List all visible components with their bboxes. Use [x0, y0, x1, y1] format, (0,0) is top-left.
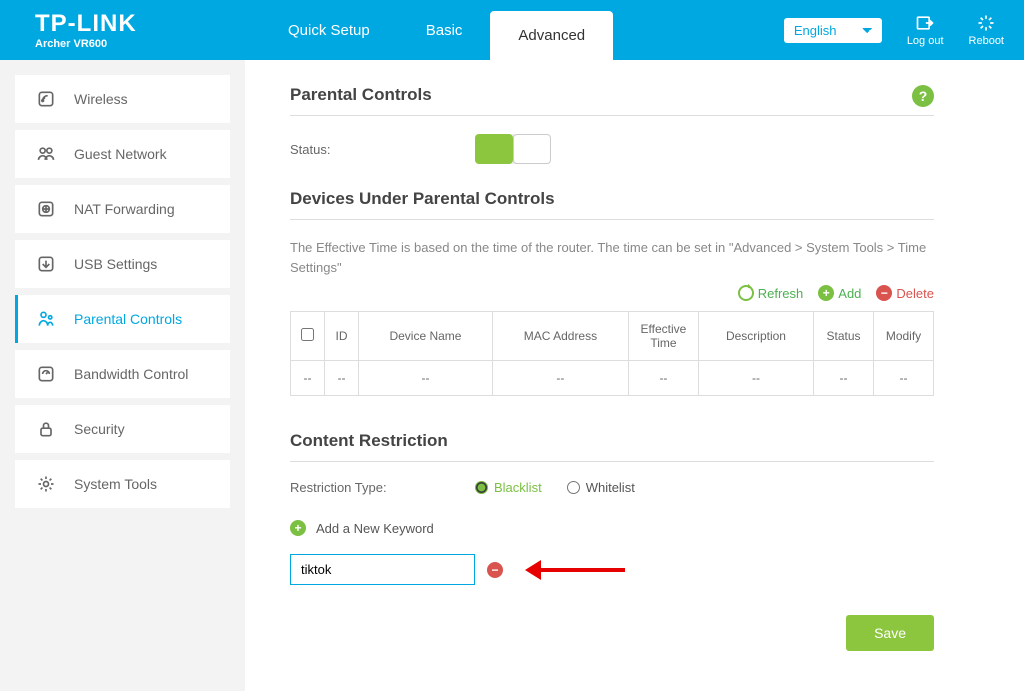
annotation-arrow — [525, 563, 625, 577]
sidebar-item-wireless[interactable]: Wireless — [15, 75, 230, 123]
restriction-type-label: Restriction Type: — [290, 480, 475, 495]
col-id: ID — [325, 312, 359, 361]
table-row: -- -- -- -- -- -- -- -- — [291, 361, 934, 396]
nat-icon — [36, 199, 56, 219]
wireless-icon — [36, 89, 56, 109]
status-label: Status: — [290, 142, 475, 157]
bandwidth-icon — [36, 364, 56, 384]
reboot-icon — [975, 13, 997, 33]
sidebar-item-usb[interactable]: USB Settings — [15, 240, 230, 288]
refresh-button[interactable]: Refresh — [738, 285, 804, 301]
plus-icon: + — [290, 520, 306, 536]
radio-blacklist[interactable]: Blacklist — [475, 480, 542, 495]
add-button[interactable]: + Add — [818, 285, 861, 301]
devices-table: ID Device Name MAC Address Effective Tim… — [290, 311, 934, 396]
sidebar-item-system-tools[interactable]: System Tools — [15, 460, 230, 508]
page-title: Parental Controls — [290, 85, 934, 116]
col-status: Status — [814, 312, 874, 361]
logout-button[interactable]: Log out — [907, 13, 944, 47]
sidebar-item-nat[interactable]: NAT Forwarding — [15, 185, 230, 233]
brand-block: TP-LINK Archer VR600 — [35, 10, 260, 50]
guest-icon — [36, 144, 56, 164]
gear-icon — [36, 474, 56, 494]
plus-icon: + — [818, 285, 834, 301]
sidebar-item-parental[interactable]: Parental Controls — [15, 295, 230, 343]
content-restriction-title: Content Restriction — [290, 431, 934, 462]
col-effective-time: Effective Time — [628, 312, 698, 361]
status-toggle[interactable] — [475, 134, 551, 164]
save-button[interactable]: Save — [846, 615, 934, 651]
reboot-button[interactable]: Reboot — [969, 13, 1004, 47]
sidebar-item-bandwidth[interactable]: Bandwidth Control — [15, 350, 230, 398]
language-select[interactable]: English — [784, 18, 882, 43]
nav-quick-setup[interactable]: Quick Setup — [260, 0, 398, 60]
delete-button[interactable]: − Delete — [876, 285, 934, 301]
keyword-input[interactable] — [290, 554, 475, 585]
nav-basic[interactable]: Basic — [398, 0, 491, 60]
lock-icon — [36, 419, 56, 439]
brand-model: Archer VR600 — [35, 38, 260, 50]
devices-note: The Effective Time is based on the time … — [290, 238, 934, 277]
brand-logo: TP-LINK — [35, 10, 260, 38]
col-modify: Modify — [874, 312, 934, 361]
radio-whitelist[interactable]: Whitelist — [567, 480, 635, 495]
sidebar-item-guest-network[interactable]: Guest Network — [15, 130, 230, 178]
top-nav: Quick Setup Basic Advanced — [260, 0, 613, 60]
remove-keyword-button[interactable]: − — [487, 562, 503, 578]
usb-icon — [36, 254, 56, 274]
col-device-name: Device Name — [359, 312, 493, 361]
devices-title: Devices Under Parental Controls — [290, 189, 934, 220]
select-all-checkbox[interactable] — [301, 328, 314, 341]
help-button[interactable]: ? — [912, 85, 934, 107]
sidebar-item-security[interactable]: Security — [15, 405, 230, 453]
col-description: Description — [698, 312, 813, 361]
col-mac: MAC Address — [492, 312, 628, 361]
refresh-icon — [738, 285, 754, 301]
sidebar: Wireless Guest Network NAT Forwarding US… — [0, 60, 245, 691]
nav-advanced[interactable]: Advanced — [490, 11, 613, 60]
parental-icon — [36, 309, 56, 329]
logout-icon — [914, 13, 936, 33]
minus-icon: − — [876, 285, 892, 301]
add-keyword-button[interactable]: + Add a New Keyword — [290, 520, 934, 536]
